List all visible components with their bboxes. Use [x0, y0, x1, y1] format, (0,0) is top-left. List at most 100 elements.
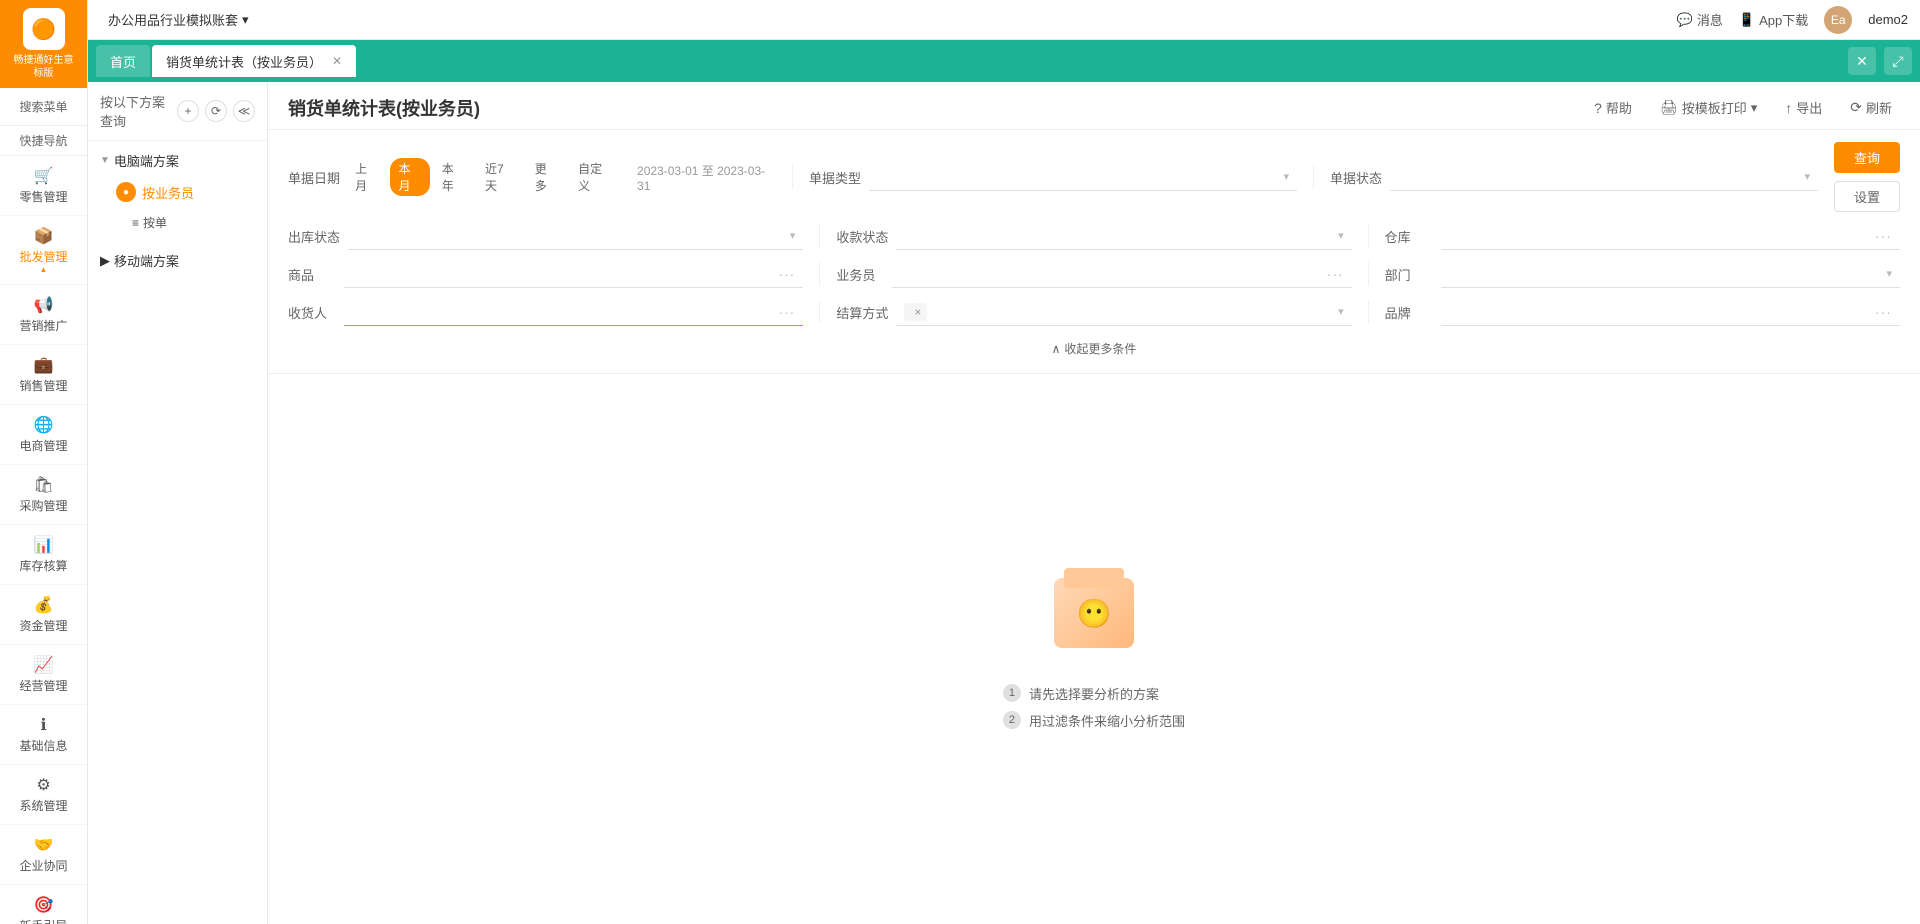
empty-illustration: 😶 [1044, 568, 1144, 668]
scheme-group-mobile-header[interactable]: ▶ 移动端方案 [88, 245, 267, 276]
settlement-dropdown[interactable]: × ▾ [896, 298, 1351, 326]
salesperson-picker[interactable]: ··· [892, 260, 1351, 288]
bill-status-dropdown[interactable]: ▾ [1390, 163, 1818, 191]
query-button[interactable]: 查询 [1834, 142, 1900, 173]
scheme-item-by-salesperson[interactable]: ● 按业务员 [88, 176, 267, 208]
help-btn[interactable]: ? 帮助 [1586, 94, 1640, 121]
tab-home-label: 首页 [110, 52, 136, 71]
finance-icon: 💰 [34, 595, 54, 615]
sidebar-quicknav[interactable]: 快捷导航 [0, 126, 87, 156]
topbar-message[interactable]: 💬 消息 [1677, 10, 1723, 29]
scheme-group-mobile: ▶ 移动端方案 [88, 241, 267, 280]
main: 办公用品行业模拟账套 ▾ 💬 消息 📱 App下载 Ea demo2 首页 销货… [88, 0, 1920, 924]
sidebar-item-purchase-label: 采购管理 [19, 497, 67, 514]
topbar-app-download[interactable]: 📱 App下载 [1739, 10, 1808, 29]
refresh-label: 刷新 [1866, 98, 1892, 117]
export-btn[interactable]: ↑ 导出 [1777, 94, 1830, 121]
tabbar-expand-btn[interactable]: ⤢ [1884, 47, 1912, 75]
filter-row-3: 收货人 ··· 结算方式 × [288, 298, 1900, 326]
sidebar-search[interactable]: 搜索菜单 [0, 88, 87, 126]
goods-picker[interactable]: ··· [344, 260, 803, 288]
settlement-arrow: ▾ [1338, 305, 1344, 318]
left-panel-header: 按以下方案查询 + ⟳ ≪ [88, 82, 267, 141]
sidebar-item-basic-label: 基础信息 [19, 737, 67, 754]
filter-bill-type: 单据类型 ▾ [809, 163, 1297, 191]
filter-warehouse: 仓库 ··· [1385, 222, 1900, 250]
sidebar-item-basic[interactable]: ℹ 基础信息 [0, 705, 87, 765]
nav-label: 快捷导航 [19, 134, 67, 148]
page-header: 销货单统计表(按业务员) ? 帮助 🖨 按模板打印 ▾ ↑ 导出 [268, 82, 1920, 130]
filter-department: 部门 ▾ [1385, 260, 1900, 288]
add-scheme-btn[interactable]: + [177, 100, 199, 122]
collapse-label: 收起更多条件 [1064, 340, 1136, 357]
sidebar-logo[interactable]: 🟠 畅捷通好生意 标版 [0, 0, 87, 88]
sidebar-item-finance[interactable]: 💰 资金管理 [0, 585, 87, 645]
sidebar-menu: 🛒 零售管理 📦 批发管理 📢 营销推广 💼 销售管理 🌐 电商管理 🛍 采购管… [0, 156, 87, 924]
settings-button[interactable]: 设置 [1834, 181, 1900, 212]
mobile-group-arrow: ▶ [100, 253, 110, 269]
scheme-icon-salesperson: ● [116, 182, 136, 202]
out-status-dropdown[interactable]: ▾ [348, 222, 803, 250]
refresh-btn[interactable]: ⟳ 刷新 [1842, 94, 1900, 121]
sidebar-item-newbie-label: 新手引导 [19, 917, 67, 924]
bill-type-dropdown[interactable]: ▾ [869, 163, 1297, 191]
message-icon: 💬 [1677, 12, 1693, 28]
receiver-picker[interactable]: ··· [344, 298, 803, 326]
system-icon: ⚙ [36, 775, 50, 795]
scheme-sub-item-by-order[interactable]: ≡ 按单 [88, 208, 267, 237]
brand-picker[interactable]: ··· [1441, 298, 1900, 326]
app-selector[interactable]: 办公用品行业模拟账套 ▾ [100, 6, 257, 33]
scheme-group-desktop-header[interactable]: ▼ 电脑端方案 [88, 145, 267, 176]
receipt-status-dropdown[interactable]: ▾ [896, 222, 1351, 250]
settlement-tag: × [904, 303, 927, 321]
date-opt-this-month[interactable]: 本月 [390, 158, 429, 196]
sidebar-item-business[interactable]: 📈 经营管理 [0, 645, 87, 705]
sidebar-item-system[interactable]: ⚙ 系统管理 [0, 765, 87, 825]
tabbar-close-btn[interactable]: ✕ [1848, 47, 1876, 75]
date-opt-custom[interactable]: 自定义 [570, 158, 621, 196]
tab-home[interactable]: 首页 [96, 45, 150, 77]
sidebar-item-sales[interactable]: 💼 销售管理 [0, 345, 87, 405]
warehouse-dots: ··· [1875, 228, 1892, 244]
tab-sales-stat-close[interactable]: ✕ [332, 54, 342, 68]
goods-label: 商品 [288, 265, 336, 284]
receipt-status-label: 收款状态 [836, 227, 888, 246]
sidebar-item-newbie[interactable]: 🎯 新手引导 [0, 885, 87, 924]
collapse-panel-btn[interactable]: ≪ [233, 100, 255, 122]
collapse-conditions-btn[interactable]: ∧ 收起更多条件 [288, 336, 1900, 361]
sidebar-item-retail[interactable]: 🛒 零售管理 [0, 156, 87, 216]
refresh-scheme-btn[interactable]: ⟳ [205, 100, 227, 122]
sidebar-item-marketing[interactable]: 📢 营销推广 [0, 285, 87, 345]
date-opt-more[interactable]: 更多 [527, 158, 566, 196]
print-arrow: ▾ [1751, 100, 1758, 116]
sidebar-item-purchase[interactable]: 🛍 采购管理 [0, 465, 87, 525]
print-btn[interactable]: 🖨 按模板打印 ▾ [1652, 94, 1765, 121]
print-icon: 🖨 [1660, 99, 1678, 116]
right-panel: 销货单统计表(按业务员) ? 帮助 🖨 按模板打印 ▾ ↑ 导出 [268, 82, 1920, 924]
filter-goods: 商品 ··· [288, 260, 803, 288]
date-filter: 上月 本月 本年 近7天 更多 自定义 2023-03-01 至 2023-03… [347, 158, 776, 196]
filter-row-1: 出库状态 ▾ 收款状态 ▾ [288, 222, 1900, 250]
filter-date-item: 单据日期 上月 本月 本年 近7天 更多 自定义 2023-03-01 至 20… [288, 158, 776, 196]
out-status-arrow: ▾ [790, 229, 796, 242]
warehouse-picker[interactable]: ··· [1441, 222, 1900, 250]
sidebar-item-corp[interactable]: 🤝 企业协同 [0, 825, 87, 885]
bill-status-arrow: ▾ [1804, 170, 1810, 183]
user-avatar[interactable]: Ea [1824, 6, 1852, 34]
sidebar-item-finance-label: 资金管理 [19, 617, 67, 634]
salesperson-dots: ··· [1327, 266, 1344, 282]
username[interactable]: demo2 [1868, 12, 1908, 27]
sidebar-item-ecommerce[interactable]: 🌐 电商管理 [0, 405, 87, 465]
date-opt-last-month[interactable]: 上月 [347, 158, 386, 196]
date-opt-7days[interactable]: 近7天 [477, 158, 523, 196]
sidebar-item-wholesale[interactable]: 📦 批发管理 [0, 216, 87, 285]
department-dropdown[interactable]: ▾ [1441, 260, 1900, 288]
tab-sales-stat[interactable]: 销货单统计表（按业务员） ✕ [152, 45, 356, 77]
settlement-tag-close[interactable]: × [914, 305, 921, 319]
sidebar-item-stock[interactable]: 📊 库存核算 [0, 525, 87, 585]
date-opt-this-year[interactable]: 本年 [434, 158, 473, 196]
tip-num-1: 1 [1003, 684, 1021, 702]
wholesale-icon: 📦 [34, 226, 54, 246]
sidebar-item-ecommerce-label: 电商管理 [19, 437, 67, 454]
filter-salesperson: 业务员 ··· [836, 260, 1351, 288]
